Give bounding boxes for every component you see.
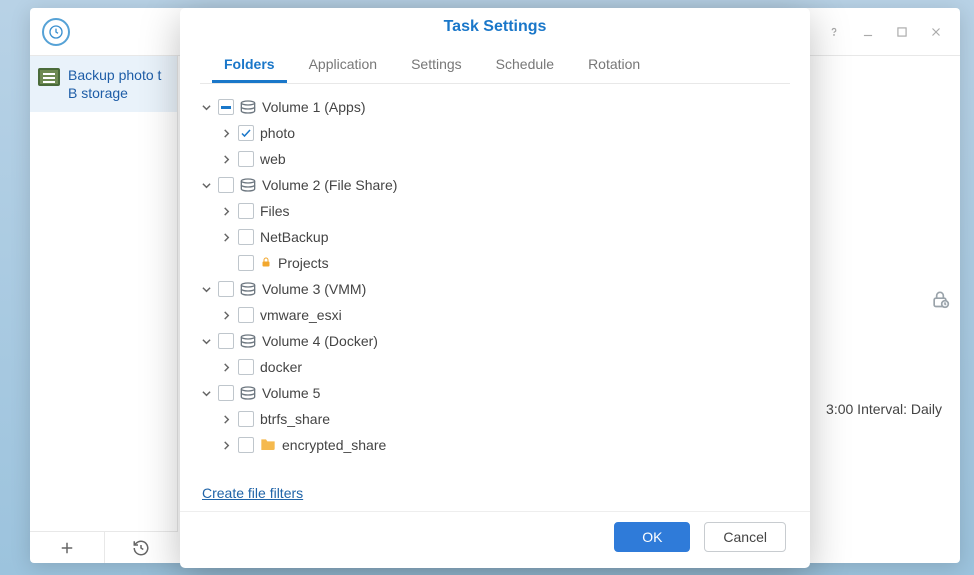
- chevron-down-icon[interactable]: [200, 181, 212, 190]
- checkbox[interactable]: [218, 385, 234, 401]
- checkbox[interactable]: [238, 359, 254, 375]
- tree-label: NetBackup: [260, 229, 328, 245]
- tree-volume[interactable]: Volume 5: [200, 380, 790, 406]
- sidebar-bottom-bar: [30, 531, 178, 563]
- minimize-icon[interactable]: [856, 20, 880, 44]
- tree-item[interactable]: vmware_esxi: [220, 302, 790, 328]
- checkbox[interactable]: [218, 281, 234, 297]
- chevron-right-icon[interactable]: [220, 363, 232, 372]
- tab-schedule[interactable]: Schedule: [484, 48, 566, 83]
- chevron-right-icon[interactable]: [220, 207, 232, 216]
- chevron-right-icon[interactable]: [220, 311, 232, 320]
- tree-volume[interactable]: Volume 4 (Docker): [200, 328, 790, 354]
- volume-icon: [240, 282, 256, 296]
- close-icon[interactable]: [924, 20, 948, 44]
- checkbox[interactable]: [238, 307, 254, 323]
- tree-label: Projects: [278, 255, 329, 271]
- checkbox[interactable]: [238, 203, 254, 219]
- checkbox[interactable]: [238, 437, 254, 453]
- tree-label: btrfs_share: [260, 411, 330, 427]
- tree-item[interactable]: NetBackup: [220, 224, 790, 250]
- tree-item[interactable]: docker: [220, 354, 790, 380]
- chevron-right-icon[interactable]: [220, 415, 232, 424]
- checkbox[interactable]: [238, 125, 254, 141]
- checkbox[interactable]: [238, 151, 254, 167]
- interval-text: 3:00 Interval: Daily: [826, 401, 942, 417]
- chevron-down-icon[interactable]: [200, 389, 212, 398]
- tree-label: photo: [260, 125, 295, 141]
- chevron-down-icon[interactable]: [200, 285, 212, 294]
- checkbox[interactable]: [218, 99, 234, 115]
- tree-label: Volume 4 (Docker): [262, 333, 378, 349]
- question-icon[interactable]: [822, 20, 846, 44]
- checkbox[interactable]: [218, 177, 234, 193]
- task-card-text: Backup photo t B storage: [68, 66, 161, 102]
- ok-button[interactable]: OK: [614, 522, 690, 552]
- add-button[interactable]: [30, 532, 104, 563]
- task-card[interactable]: Backup photo t B storage: [30, 56, 177, 112]
- dialog-title: Task Settings: [180, 18, 810, 36]
- chevron-right-icon[interactable]: [220, 155, 232, 164]
- tree-label: Volume 1 (Apps): [262, 99, 366, 115]
- task-subtitle: B storage: [68, 84, 161, 102]
- chevron-down-icon[interactable]: [200, 103, 212, 112]
- tree-item[interactable]: web: [220, 146, 790, 172]
- folder-icon: [260, 437, 276, 453]
- volume-icon: [240, 386, 256, 400]
- task-settings-dialog: Task Settings Folders Application Settin…: [180, 8, 810, 568]
- tab-settings[interactable]: Settings: [399, 48, 474, 83]
- checkbox[interactable]: [218, 333, 234, 349]
- dialog-tabs: Folders Application Settings Schedule Ro…: [200, 42, 790, 84]
- history-button[interactable]: [104, 532, 179, 563]
- task-sidebar: Backup photo t B storage: [30, 56, 178, 531]
- tree-label: encrypted_share: [282, 437, 386, 453]
- chevron-right-icon[interactable]: [220, 233, 232, 242]
- tree-item[interactable]: btrfs_share: [220, 406, 790, 432]
- volume-icon: [240, 334, 256, 348]
- cancel-button[interactable]: Cancel: [704, 522, 786, 552]
- folder-tree: Volume 1 (Apps) photo web Volume 2 (File…: [180, 84, 810, 477]
- calendar-icon: [38, 68, 60, 86]
- tree-label: web: [260, 151, 286, 167]
- tree-label: Files: [260, 203, 290, 219]
- tree-item[interactable]: encrypted_share: [220, 432, 790, 458]
- dialog-footer: OK Cancel: [180, 511, 810, 568]
- checkbox[interactable]: [238, 255, 254, 271]
- tree-label: docker: [260, 359, 302, 375]
- tree-label: vmware_esxi: [260, 307, 342, 323]
- tree-label: Volume 2 (File Share): [262, 177, 397, 193]
- lock-icon: [260, 255, 272, 272]
- tab-application[interactable]: Application: [297, 48, 390, 83]
- create-file-filters-link[interactable]: Create file filters: [202, 485, 303, 501]
- tree-label: Volume 5: [262, 385, 320, 401]
- checkbox[interactable]: [238, 229, 254, 245]
- checkbox[interactable]: [238, 411, 254, 427]
- tree-volume[interactable]: Volume 1 (Apps): [200, 94, 790, 120]
- tree-volume[interactable]: Volume 3 (VMM): [200, 276, 790, 302]
- app-logo-icon: [42, 18, 70, 46]
- chevron-right-icon[interactable]: [220, 129, 232, 138]
- chevron-down-icon[interactable]: [200, 337, 212, 346]
- tree-label: Volume 3 (VMM): [262, 281, 366, 297]
- tab-rotation[interactable]: Rotation: [576, 48, 652, 83]
- volume-icon: [240, 178, 256, 192]
- tree-item[interactable]: photo: [220, 120, 790, 146]
- tab-folders[interactable]: Folders: [212, 48, 287, 83]
- task-title: Backup photo t: [68, 66, 161, 84]
- tree-item[interactable]: Projects: [220, 250, 790, 276]
- maximize-icon[interactable]: [890, 20, 914, 44]
- chevron-right-icon[interactable]: [220, 441, 232, 450]
- tree-item[interactable]: Files: [220, 198, 790, 224]
- tree-volume[interactable]: Volume 2 (File Share): [200, 172, 790, 198]
- content-lock-icon[interactable]: [930, 288, 950, 315]
- volume-icon: [240, 100, 256, 114]
